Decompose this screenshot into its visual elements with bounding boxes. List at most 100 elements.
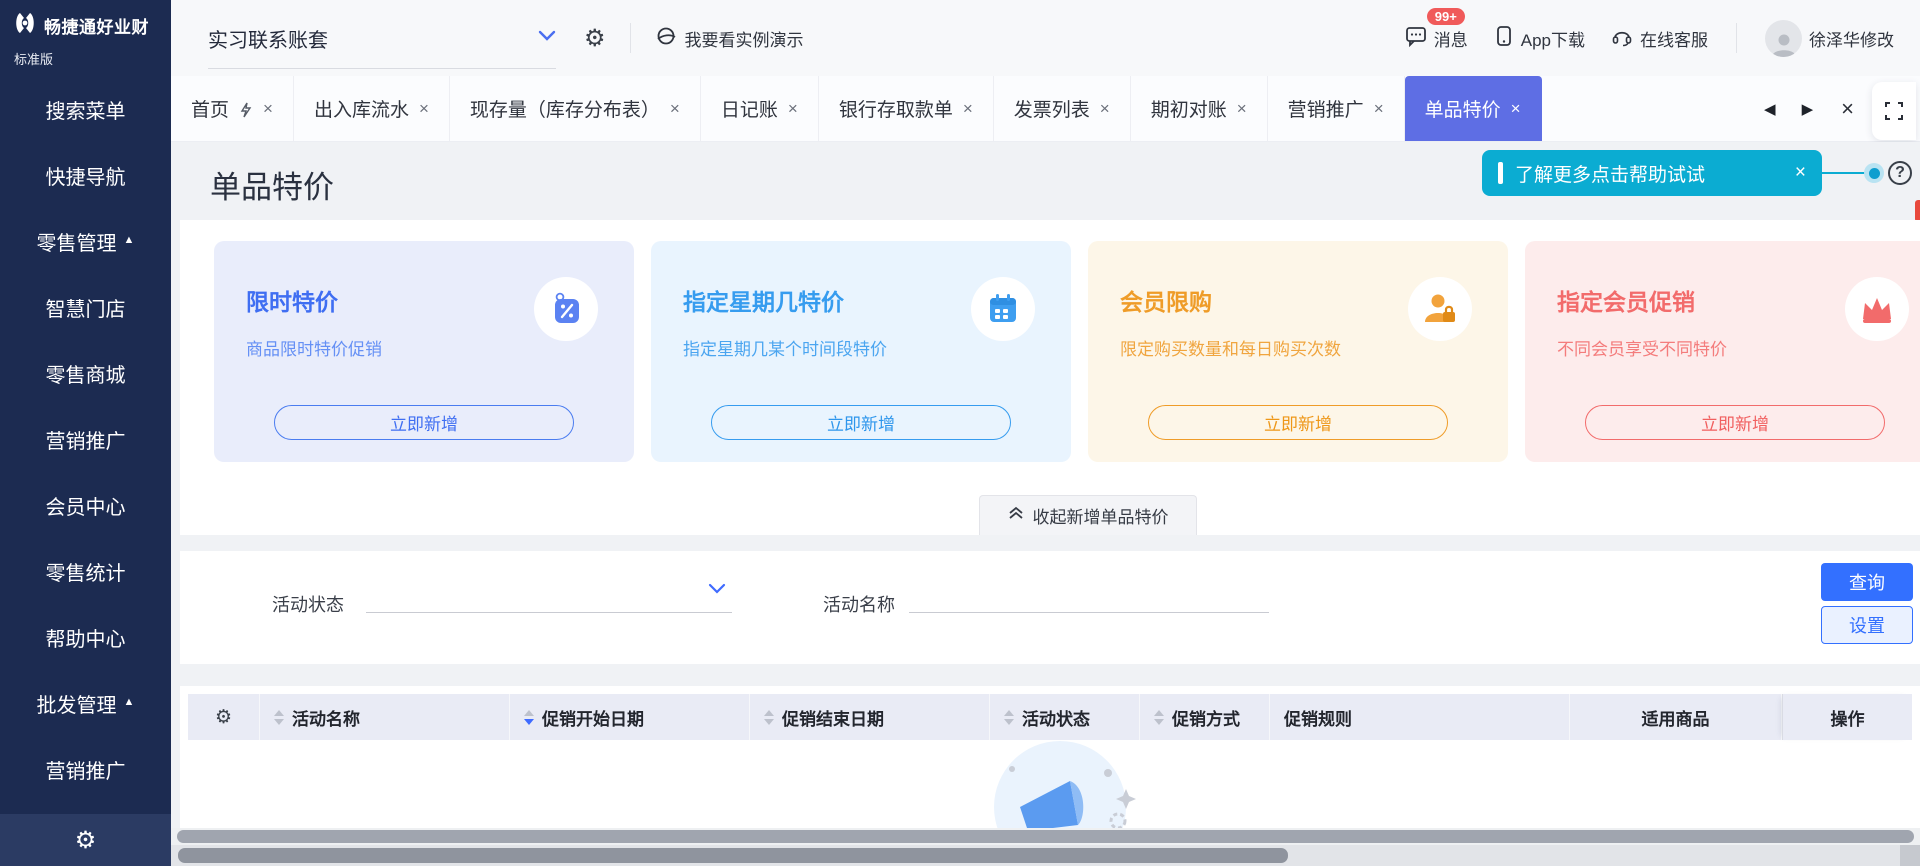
- close-icon[interactable]: ×: [1237, 99, 1247, 119]
- column-label: 适用商品: [1641, 709, 1710, 729]
- sidebar-item-help-center[interactable]: 帮助中心: [0, 604, 171, 670]
- column-label: 活动状态: [1022, 709, 1090, 729]
- messages-button[interactable]: 99+ 消息: [1405, 7, 1468, 52]
- tab-bank-deposit[interactable]: 银行存取款单 ×: [819, 76, 994, 141]
- demo-link[interactable]: 我要看实例演示: [655, 25, 804, 52]
- caret-up-icon: ▲: [123, 696, 135, 708]
- main-content: 单品特价 了解更多点击帮助试试 × ? 限时特价 商品限时特价促销 立即新增 指…: [171, 142, 1920, 866]
- sort-icon[interactable]: [274, 709, 284, 725]
- sort-icon[interactable]: [764, 709, 774, 725]
- add-now-button[interactable]: 立即新增: [274, 405, 574, 440]
- sidebar-group-retail-management[interactable]: 零售管理 ▲: [0, 208, 171, 274]
- tab-controls: ◀ ▶ ×: [1754, 76, 1920, 141]
- close-icon[interactable]: ×: [1374, 99, 1384, 119]
- tab-scroll-left-icon[interactable]: ◀: [1754, 94, 1786, 124]
- sidebar-item-quick-nav[interactable]: 快捷导航: [0, 142, 171, 208]
- banner-accent-bar: [1498, 162, 1503, 184]
- help-toggle-dot[interactable]: [1864, 163, 1884, 183]
- tab-invoice-list[interactable]: 发票列表 ×: [994, 76, 1131, 141]
- close-icon[interactable]: ×: [1795, 162, 1806, 184]
- close-icon[interactable]: ×: [263, 99, 273, 119]
- add-now-button[interactable]: 立即新增: [1148, 405, 1448, 440]
- close-icon[interactable]: ×: [963, 99, 973, 119]
- table-horizontal-scrollbar[interactable]: [171, 828, 1920, 845]
- sidebar-item-label: 快捷导航: [45, 166, 126, 189]
- tab-home[interactable]: 首页 ×: [171, 76, 294, 141]
- brand-edition: 标准版: [14, 52, 54, 67]
- tab-stock-distribution[interactable]: 现存量（库存分布表） ×: [450, 76, 701, 141]
- sidebar-item-search-menu[interactable]: 搜索菜单: [0, 76, 171, 142]
- close-icon[interactable]: ×: [1511, 99, 1521, 119]
- sidebar-group-wholesale-management[interactable]: 批发管理 ▲: [0, 670, 171, 736]
- scrollbar-thumb[interactable]: [177, 830, 1914, 843]
- settings-button[interactable]: 设置: [1821, 606, 1913, 644]
- sidebar-item-label: 营销推广: [45, 430, 126, 453]
- online-service-button[interactable]: 在线客服: [1611, 25, 1708, 52]
- messages-label: 消息: [1433, 30, 1468, 50]
- sidebar-item-smart-store[interactable]: 智慧门店: [0, 274, 171, 340]
- activity-status-select[interactable]: [366, 569, 732, 613]
- user-menu[interactable]: 徐泽华修改: [1765, 19, 1894, 57]
- edge-feedback-tab[interactable]: [1915, 200, 1920, 222]
- page-horizontal-scrollbar[interactable]: [171, 845, 1920, 866]
- tab-marketing-promo[interactable]: 营销推广 ×: [1268, 76, 1405, 141]
- tab-journal[interactable]: 日记账 ×: [701, 76, 819, 141]
- close-all-tabs-icon[interactable]: ×: [1829, 94, 1866, 124]
- tab-scroll-right-icon[interactable]: ▶: [1792, 94, 1824, 124]
- close-icon[interactable]: ×: [788, 99, 798, 119]
- column-label: 促销结束日期: [782, 709, 884, 729]
- column-label: 促销规则: [1284, 709, 1352, 729]
- calendar-icon: [971, 277, 1035, 341]
- column-label: 活动名称: [292, 709, 360, 729]
- app-download-button[interactable]: App下载: [1494, 25, 1585, 52]
- scrollbar-thumb[interactable]: [178, 848, 1288, 863]
- column-settings-button[interactable]: ⚙: [188, 694, 260, 740]
- topbar-right-group: 99+ 消息 App下载 在线客服 徐泽华修改: [1405, 7, 1894, 57]
- sidebar-nav: 搜索菜单 快捷导航 零售管理 ▲ 智慧门店 零售商城 营销推广 会员中心 零售统计…: [0, 76, 171, 802]
- col-applicable-goods: 适用商品: [1570, 694, 1782, 740]
- sidebar-item-retail-mall[interactable]: 零售商城: [0, 340, 171, 406]
- sidebar-item-label: 智慧门店: [45, 298, 126, 321]
- tab-opening-reconciliation[interactable]: 期初对账 ×: [1131, 76, 1268, 141]
- sidebar-item-retail-stats[interactable]: 零售统计: [0, 538, 171, 604]
- card-title: 会员限购: [1120, 289, 1212, 315]
- tab-label: 期初对账: [1150, 100, 1227, 121]
- account-underline: [208, 68, 556, 69]
- col-actions: 操作: [1782, 694, 1912, 740]
- sidebar-item-marketing-promo[interactable]: 营销推广: [0, 406, 171, 472]
- sort-icon[interactable]: [1004, 709, 1014, 725]
- sort-icon[interactable]: [1154, 709, 1164, 725]
- close-icon[interactable]: ×: [1100, 99, 1110, 119]
- help-banner[interactable]: 了解更多点击帮助试试 ×: [1482, 150, 1822, 196]
- add-now-button[interactable]: 立即新增: [711, 405, 1011, 440]
- demo-link-label: 我要看实例演示: [684, 30, 804, 50]
- username: 徐泽华修改: [1809, 30, 1894, 50]
- activity-status-label: 活动状态: [272, 595, 344, 615]
- sidebar-item-wholesale-marketing[interactable]: 营销推广: [0, 736, 171, 802]
- gear-icon[interactable]: ⚙: [584, 24, 606, 53]
- chevron-down-icon: [538, 29, 556, 47]
- account-select[interactable]: 实习联系账套: [208, 0, 556, 76]
- page-header: 单品特价 了解更多点击帮助试试 × ?: [171, 142, 1920, 222]
- sidebar-settings-button[interactable]: ⚙: [0, 814, 171, 866]
- col-activity-name[interactable]: 活动名称: [260, 694, 510, 740]
- card-time-limited-special: 限时特价 商品限时特价促销 立即新增: [214, 241, 634, 462]
- fullscreen-button[interactable]: [1872, 81, 1916, 140]
- add-now-button[interactable]: 立即新增: [1585, 405, 1885, 440]
- sidebar-item-member-center[interactable]: 会员中心: [0, 472, 171, 538]
- collapse-new-special-bar[interactable]: 收起新增单品特价: [979, 495, 1197, 535]
- sort-icon-desc-active[interactable]: [524, 709, 534, 725]
- activity-name-input[interactable]: [909, 569, 1269, 613]
- collapse-bar-label: 收起新增单品特价: [1032, 508, 1169, 527]
- help-question-icon[interactable]: ?: [1888, 161, 1912, 185]
- scrollbar-corner[interactable]: [1900, 845, 1920, 866]
- col-promo-start-date[interactable]: 促销开始日期: [510, 694, 750, 740]
- card-member-purchase-limit: 会员限购 限定购买数量和每日购买次数 立即新增: [1088, 241, 1508, 462]
- query-button[interactable]: 查询: [1821, 563, 1913, 601]
- tab-inout-flow[interactable]: 出入库流水 ×: [294, 76, 450, 141]
- tab-single-item-special-active[interactable]: 单品特价 ×: [1404, 76, 1542, 141]
- close-icon[interactable]: ×: [670, 99, 680, 119]
- col-promo-end-date[interactable]: 促销结束日期: [750, 694, 990, 740]
- close-icon[interactable]: ×: [419, 99, 429, 119]
- sidebar-item-label: 零售管理: [36, 232, 117, 255]
